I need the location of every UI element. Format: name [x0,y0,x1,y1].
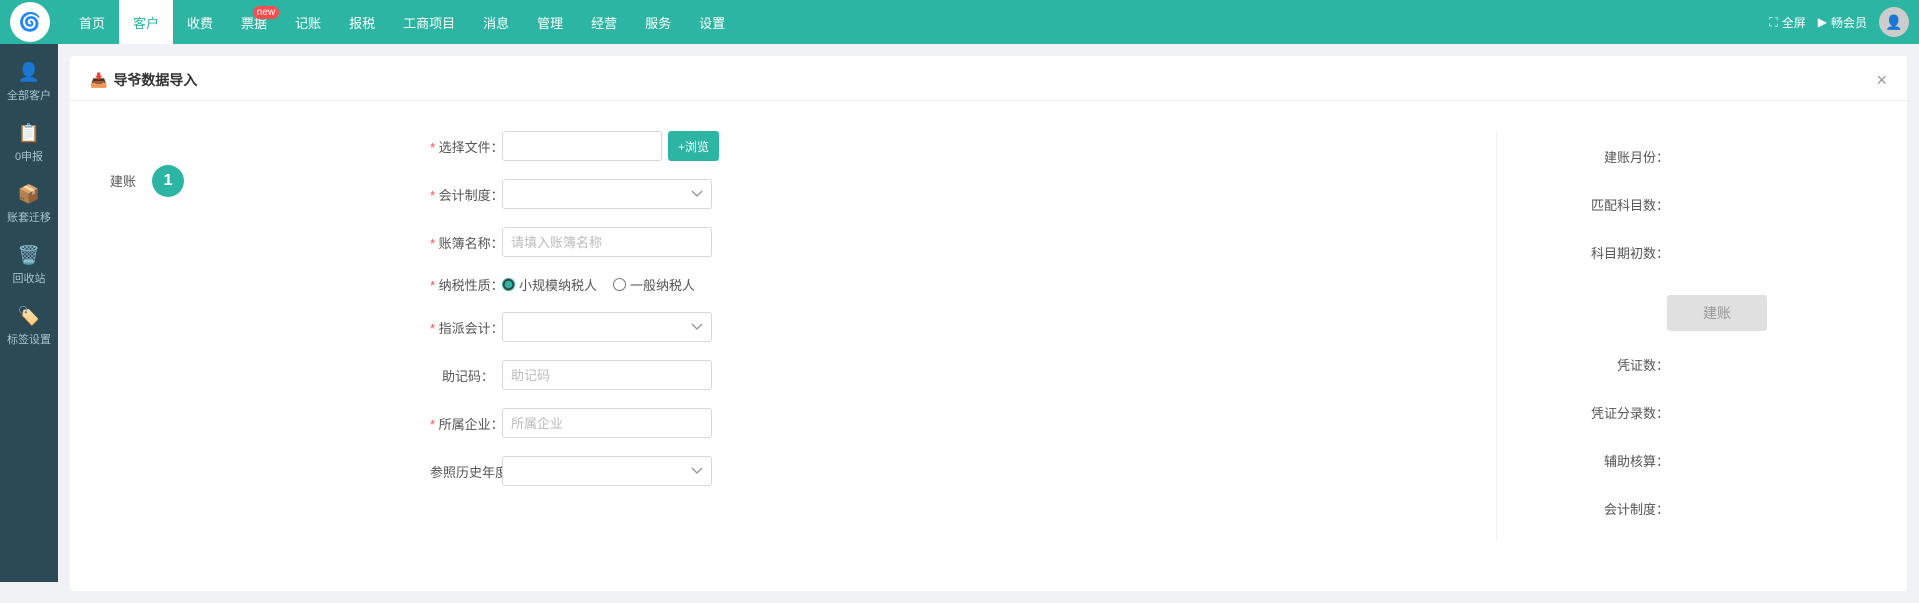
match-subject-row: 匹配科目数： [1587,189,1867,219]
subject-init-label: 科目期初数： [1587,243,1677,262]
new-badge: new [253,6,279,19]
history-year-select[interactable] [502,456,712,486]
tax-type-label: * 纳税性质： [430,275,502,294]
ledger-name-input[interactable] [502,227,712,257]
nav-item-home[interactable]: 首页 [65,0,119,44]
tax-option-general[interactable]: 一般纳税人 [613,275,695,294]
nav-item-customers[interactable]: 客户 [119,0,173,44]
memo-input[interactable] [502,360,712,390]
ledger-name-label: * 账簿名称： [430,233,502,252]
tax-radio-general[interactable] [613,278,626,291]
avatar[interactable]: 👤 [1879,7,1909,37]
aux-accounting-row: 辅助核算： [1587,445,1867,475]
nav-item-settings[interactable]: 设置 [685,0,739,44]
form-fields: * 选择文件： +浏览 * 会计制度： [430,131,1466,541]
fullscreen-btn[interactable]: ⛶ 全屏 [1769,14,1805,31]
ledger-name-row: * 账簿名称： [430,227,1466,257]
trash-icon: 🗑️ [18,245,40,266]
memo-label: 助记码： [430,366,502,385]
accounting-system-info-row: 会计制度： [1587,493,1867,523]
nav-item-business[interactable]: 工商项目 [389,0,469,44]
tax-radio-small[interactable] [502,278,515,291]
file-input[interactable] [502,131,662,161]
accounting-system-label: * 会计制度： [430,185,502,204]
divider [1496,131,1497,541]
subject-init-row: 科目期初数： [1587,237,1867,267]
build-month-row: 建账月份： [1587,141,1867,171]
form-container: 建账 1 * 选择文件： +浏览 [70,101,1907,571]
accounting-system-select[interactable] [502,179,712,209]
tax-radio-group: 小规模纳税人 一般纳税人 [502,275,695,294]
fullscreen-icon: ⛶ [1769,15,1777,30]
assign-accountant-label: * 指派会计： [430,318,502,337]
company-input[interactable] [502,408,712,438]
nav-item-manage[interactable]: 管理 [523,0,577,44]
sidebar-item-migration[interactable]: 📦 账套迁移 [0,174,58,235]
file-input-group: +浏览 [502,131,719,161]
step-label: 建账 [110,171,136,190]
logo-icon: 🌀 [19,12,41,33]
match-subject-label: 匹配科目数： [1587,195,1677,214]
aux-accounting-label: 辅助核算： [1587,451,1677,470]
company-row: * 所属企业： [430,408,1466,438]
nav-item-tax[interactable]: 报税 [335,0,389,44]
step-badge: 1 [152,165,184,197]
nav-item-fees[interactable]: 收费 [173,0,227,44]
accounting-system-row: * 会计制度： [430,179,1466,209]
accounting-system-info-label: 会计制度： [1587,499,1677,518]
memo-row: 助记码： [430,360,1466,390]
nav-item-operations[interactable]: 经营 [577,0,631,44]
voucher-count-row: 凭证数： [1587,349,1867,379]
declaration-icon: 📋 [18,123,40,144]
sidebar-item-declaration[interactable]: 📋 0申报 [0,113,58,174]
dialog-header: 📥 导爷数据导入 × [70,56,1907,101]
nav-item-tickets[interactable]: 票据 new [227,0,281,44]
voucher-count-label: 凭证数： [1587,355,1677,374]
play-icon: ▶ [1818,15,1827,29]
company-label: * 所属企业： [430,414,502,433]
tag-icon: 🏷️ [18,306,40,327]
nav-items: 首页 客户 收费 票据 new 记账 报税 工商项目 消息 管理 经营 服务 设… [65,0,1769,44]
tax-option-small[interactable]: 小规模纳税人 [502,275,597,294]
dialog: 📥 导爷数据导入 × 建账 1 * 选择文件： [70,56,1907,591]
browse-button[interactable]: +浏览 [668,131,719,161]
member-btn[interactable]: ▶ 畅会员 [1818,14,1867,31]
tax-type-row: * 纳税性质： 小规模纳税人 一般纳税人 [430,275,1466,294]
nav-item-messages[interactable]: 消息 [469,0,523,44]
top-nav: 🌀 首页 客户 收费 票据 new 记账 报税 工商项目 消息 管理 经营 服务… [0,0,1919,44]
main-content: 📥 导爷数据导入 × 建账 1 * 选择文件： [58,44,1919,603]
history-year-label: 参照历史年度： [430,462,502,481]
build-month-label: 建账月份： [1587,147,1677,166]
user-icon: 👤 [18,62,40,83]
logo[interactable]: 🌀 [10,2,50,42]
migration-icon: 📦 [18,184,40,205]
sidebar-item-recycle[interactable]: 🗑️ 回收站 [0,235,58,296]
close-button[interactable]: × [1876,71,1887,89]
file-row: * 选择文件： +浏览 [430,131,1466,161]
nav-item-services[interactable]: 服务 [631,0,685,44]
info-panel: 建账月份： 匹配科目数： 科目期初数： 建账 凭证数： [1587,131,1867,541]
nav-right: ⛶ 全屏 ▶ 畅会员 👤 [1769,7,1909,37]
assign-accountant-select[interactable] [502,312,712,342]
assign-accountant-row: * 指派会计： [430,312,1466,342]
sidebar-item-tags[interactable]: 🏷️ 标签设置 [0,296,58,357]
dialog-title: 📥 导爷数据导入 [90,70,197,90]
history-year-row: 参照历史年度： [430,456,1466,486]
nav-item-bookkeeping[interactable]: 记账 [281,0,335,44]
sidebar-item-all-customers[interactable]: 👤 全部客户 [0,52,58,113]
build-button[interactable]: 建账 [1667,295,1767,331]
voucher-record-label: 凭证分录数： [1587,403,1677,422]
voucher-record-row: 凭证分录数： [1587,397,1867,427]
import-icon: 📥 [90,72,107,89]
form-step: 建账 1 [110,131,430,541]
sidebar: 👤 全部客户 📋 0申报 📦 账套迁移 🗑️ 回收站 🏷️ 标签设置 [0,44,58,582]
file-label: * 选择文件： [430,137,502,156]
